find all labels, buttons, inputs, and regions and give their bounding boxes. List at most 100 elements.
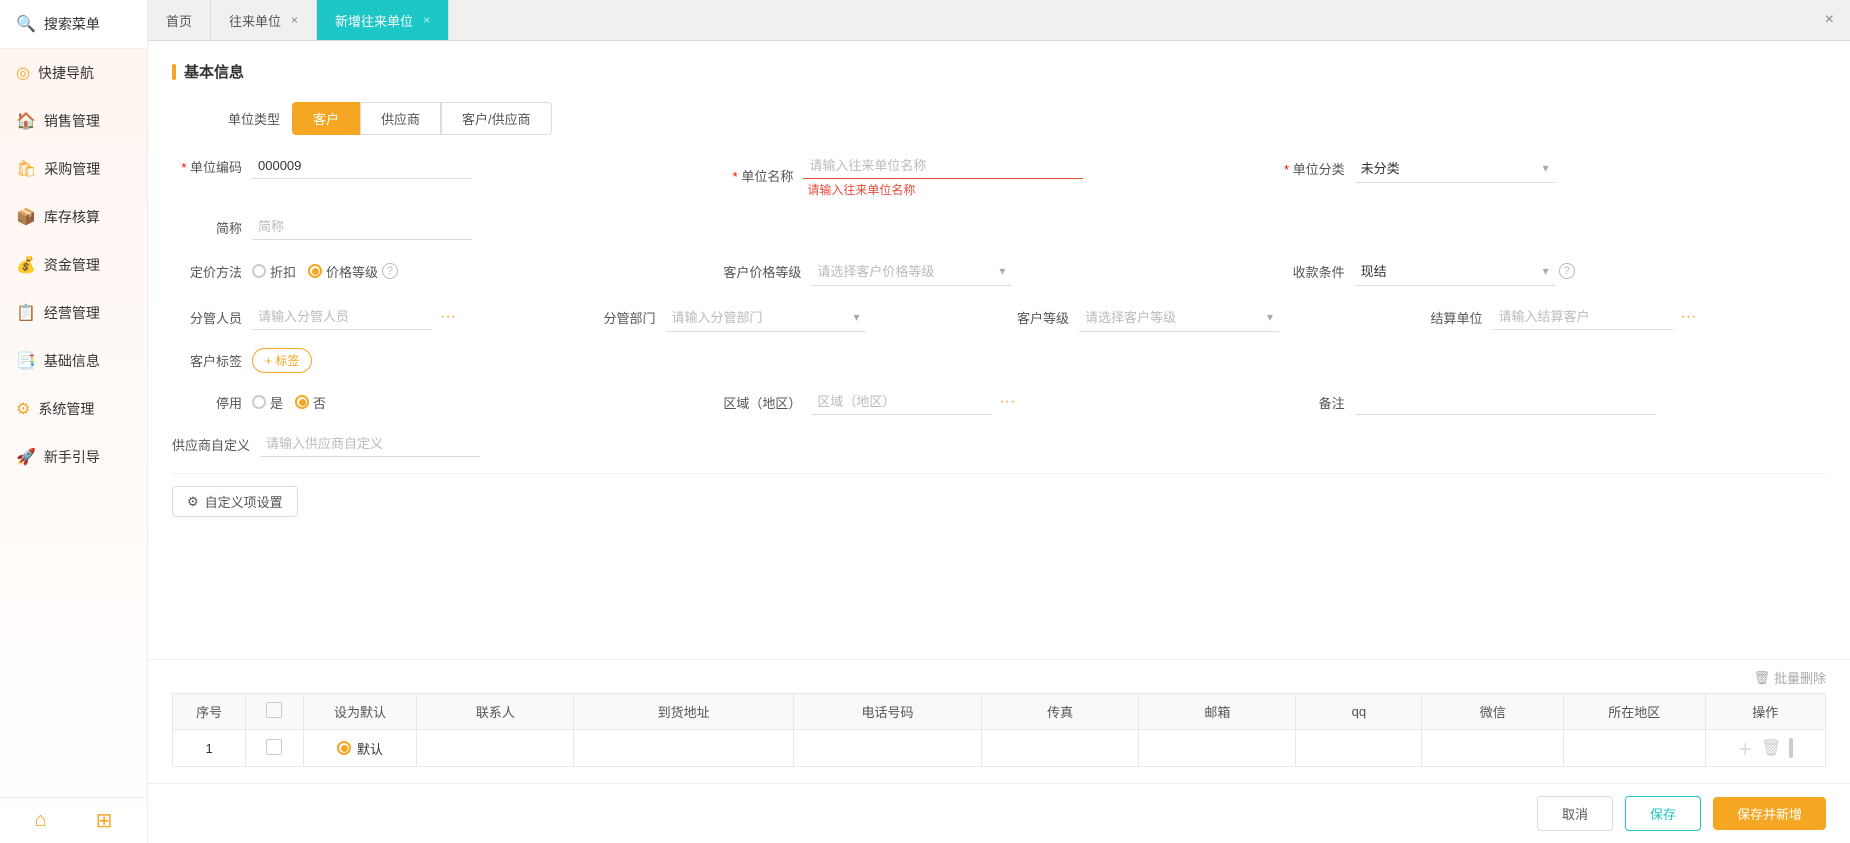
supervisor-more-btn[interactable]: ··· [436,308,460,326]
tab-home[interactable]: 首页 [148,0,211,40]
row-delete-btn[interactable]: 🗑 [1761,738,1781,758]
cancel-button[interactable]: 取消 [1537,796,1613,831]
row-checkbox[interactable] [266,739,282,755]
type-btn-both[interactable]: 客户/供应商 [441,102,552,135]
sidebar-item-finance[interactable]: 💰 资金管理 [0,241,147,289]
tab-new-contact-label: 新增往来单位 [335,11,413,30]
unit-code-label: 单位编码 [172,157,252,176]
disable-yes-radio[interactable] [252,395,266,409]
cell-phone-input[interactable] [837,741,937,756]
close-all-button[interactable]: × [1809,11,1850,29]
tab-new-contact-close[interactable]: × [423,13,430,27]
supervisor-input[interactable] [252,304,432,330]
customer-price-level-select[interactable]: 请选择客户价格等级 ▾ [811,256,1011,286]
tab-contacts[interactable]: 往来单位 × [211,0,317,40]
region-input[interactable] [811,389,991,415]
settlement-unit-input[interactable] [1493,304,1673,330]
cell-email-input[interactable] [1177,741,1257,756]
batch-delete-label: 批量删除 [1774,668,1826,687]
pricing-radio-group: 折扣 价格等级 [252,262,378,281]
table-head: 序号 设为默认 联系人 到货地址 电话号码 传真 邮箱 qq 微信 所在地区 [173,694,1826,730]
beginner-icon: 🚀 [16,447,36,467]
batch-delete-button[interactable]: 🗑 批量删除 [1753,668,1826,687]
home-icon[interactable]: ⌂ [35,809,47,832]
pricing-discount-radio[interactable] [252,264,266,278]
sidebar-item-operations[interactable]: 📋 经营管理 [0,289,147,337]
save-new-button[interactable]: 保存并新增 [1713,797,1826,830]
type-btn-supplier[interactable]: 供应商 [360,102,441,135]
disable-no-label: 否 [313,393,326,412]
cell-region-input[interactable] [1599,741,1669,756]
custom-settings-button[interactable]: ⚙ 自定义项设置 [172,486,298,517]
payment-terms-help-icon[interactable]: ? [1559,263,1575,279]
unit-code-input[interactable] [252,153,472,179]
sidebar-item-quick-nav[interactable]: ◎ 快捷导航 [0,49,147,97]
sidebar-item-purchase[interactable]: 🛍 采购管理 [0,145,147,193]
content-area: 基本信息 单位类型 客户 供应商 客户/供应商 单位编码 单位名称 [148,41,1850,783]
tab-bar: 首页 往来单位 × 新增往来单位 × × [148,0,1850,41]
row-add-btn[interactable]: ＋ [1737,736,1753,760]
section-title: 基本信息 [172,61,1826,82]
main-area: 首页 往来单位 × 新增往来单位 × × 基本信息 单位类型 客户 供应商 客户… [148,0,1850,843]
tab-contacts-label: 往来单位 [229,11,281,30]
customer-level-select[interactable]: 请选择客户等级 ▾ [1079,302,1279,332]
region-more-btn[interactable]: ··· [995,393,1019,411]
field-customer-tags: 客户标签 + 标签 [172,348,1826,373]
sidebar-label-quick-nav: 快捷导航 [38,63,94,83]
sidebar-item-inventory[interactable]: 📦 库存核算 [0,193,147,241]
pricing-discount-option[interactable]: 折扣 [252,262,296,281]
cell-wechat-input[interactable] [1458,741,1528,756]
sidebar-label-sales: 销售管理 [44,111,100,131]
field-remark: 备注 [1275,389,1826,415]
pricing-level-option[interactable]: 价格等级 [308,262,378,281]
select-all-checkbox[interactable] [266,702,282,718]
cell-contact-input[interactable] [455,741,535,756]
tab-contacts-close[interactable]: × [291,13,298,27]
type-btn-customer[interactable]: 客户 [292,102,360,135]
disable-no-radio[interactable] [295,395,309,409]
pricing-level-radio[interactable] [308,264,322,278]
unit-category-select[interactable]: 未分类 ▾ [1355,153,1555,183]
row-unit-info: 单位编码 单位名称 请输入往来单位名称 单位分类 未分类 [172,153,1826,198]
disable-no-option[interactable]: 否 [295,393,326,412]
sidebar-item-basic-info[interactable]: 📑 基础信息 [0,337,147,385]
customer-tags-label: 客户标签 [172,351,252,370]
table-section: 🗑 批量删除 序号 设为默认 联系人 到货地址 电话号码 传真 [148,659,1850,783]
unit-type-row: 单位类型 客户 供应商 客户/供应商 [172,102,1826,135]
supplier-custom-input[interactable] [260,431,480,457]
short-name-input[interactable] [252,214,472,240]
settlement-unit-label: 结算单位 [1413,308,1493,327]
unit-name-input[interactable] [803,153,1083,179]
tab-new-contact[interactable]: 新增往来单位 × [317,0,449,40]
cell-contact [417,730,574,767]
disable-yes-option[interactable]: 是 [252,393,283,412]
add-tag-button[interactable]: + 标签 [252,348,312,373]
sidebar-search[interactable]: 🔍 搜索菜单 [0,0,147,49]
row-default-radio[interactable] [337,741,351,755]
th-qq: qq [1296,694,1422,730]
cell-wechat [1422,730,1564,767]
cell-address [574,730,793,767]
supervisor-label: 分管人员 [172,308,252,327]
settlement-unit-more-btn[interactable]: ··· [1677,308,1701,326]
sidebar-item-system[interactable]: ⚙ 系统管理 [0,385,147,433]
pricing-level-label: 价格等级 [326,262,378,281]
save-button[interactable]: 保存 [1625,796,1701,831]
sidebar-label-operations: 经营管理 [44,303,100,323]
customer-price-level-label: 客户价格等级 [723,262,811,281]
operations-icon: 📋 [16,303,36,323]
th-contact: 联系人 [417,694,574,730]
remark-input[interactable] [1355,389,1655,415]
grid-icon[interactable]: ⊞ [96,808,113,833]
department-select[interactable]: 请输入分管部门 ▾ [666,302,866,332]
department-placeholder: 请输入分管部门 [672,307,850,326]
sidebar-item-beginner[interactable]: 🚀 新手引导 [0,433,147,481]
sidebar-label-basic-info: 基础信息 [44,351,100,371]
cell-address-input[interactable] [624,741,744,756]
section-title-text: 基本信息 [184,61,244,82]
payment-terms-select[interactable]: 现结 ▾ [1355,256,1555,286]
cell-fax-input[interactable] [1020,741,1100,756]
cell-qq-input[interactable] [1329,741,1389,756]
pricing-help-icon[interactable]: ? [382,263,398,279]
sidebar-item-sales[interactable]: 🏠 销售管理 [0,97,147,145]
